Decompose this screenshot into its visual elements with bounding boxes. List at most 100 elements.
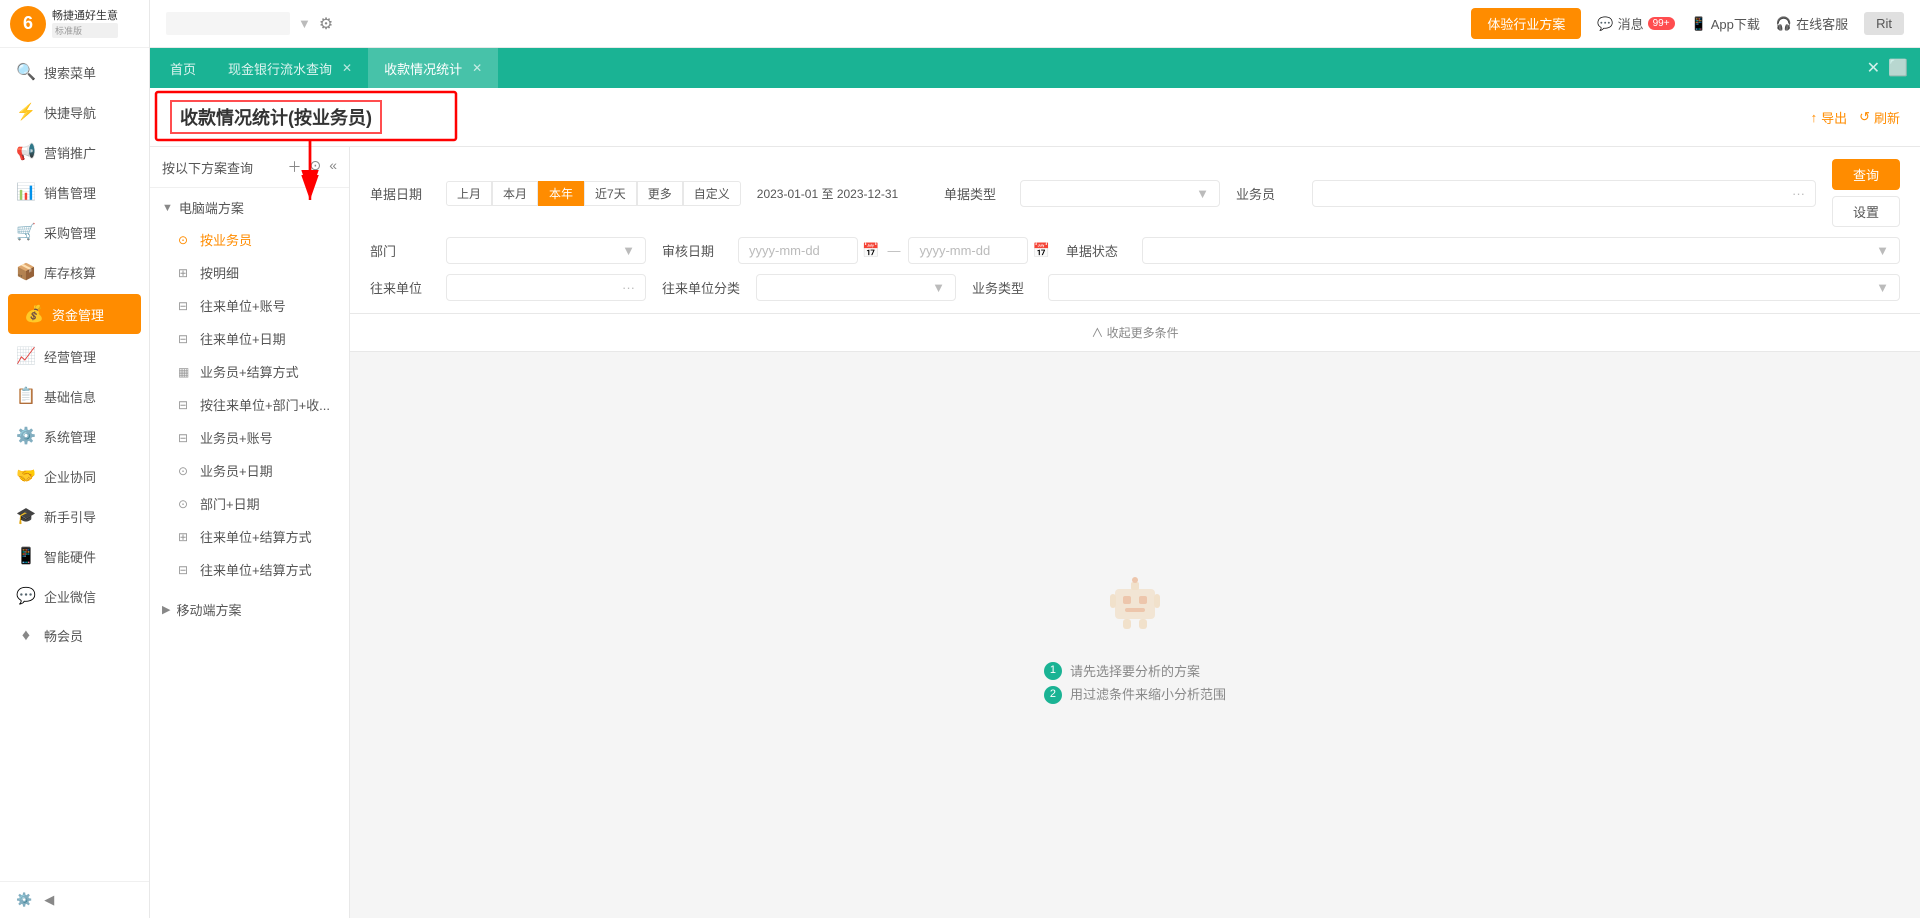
sidebar-item-quicknav[interactable]: ⚡ 快捷导航 [0,92,149,132]
partner-category-label: 往来单位分类 [662,278,740,297]
sidebar-item-marketing[interactable]: 📢 营销推广 [0,132,149,172]
message-label: 消息 [1618,14,1644,33]
partner-label: 往来单位 [370,278,430,297]
salesman-scheme-icon: ⊙ [178,233,194,247]
review-date-end[interactable]: yyyy-mm-dd [908,237,1028,264]
add-scheme-icon[interactable]: ＋ [287,157,301,177]
filter-row-1: 单据日期 上月 本月 本年 近7天 更多 自定义 2023- [370,159,1900,227]
sidebar-item-inventory[interactable]: 📦 库存核算 [0,252,149,292]
partner-more-icon[interactable]: ··· [622,280,635,295]
sidebar-item-collab[interactable]: 🤝 企业协同 [0,456,149,496]
status-select[interactable]: ▼ [1142,237,1900,264]
export-icon: ↑ [1811,110,1818,125]
user-name-label: Rit [1864,12,1904,35]
date-range-text: 2023-01-01 至 2023-12-31 [757,185,898,202]
basicinfo-icon: 📋 [16,386,36,406]
sidebar-item-search[interactable]: 🔍 搜索菜单 [0,52,149,92]
dept-select[interactable]: ▼ [446,237,646,264]
quicknav-icon: ⚡ [16,102,36,122]
scheme-label: 按往来单位+部门+收... [200,395,330,414]
scheme-by-salesman[interactable]: ⊙ 按业务员 [150,223,349,256]
scheme-partner-date[interactable]: ⊟ 往来单位+日期 [150,322,349,355]
scheme-salesman-payment[interactable]: ▦ 业务员+结算方式 [150,355,349,388]
dept-label: 部门 [370,241,430,260]
sidebar-item-finance[interactable]: 💰 资金管理 [8,294,141,334]
sidebar-item-label: 采购管理 [44,223,96,242]
scheme-partner-settlement1[interactable]: ⊞ 往来单位+结算方式 [150,520,349,553]
tree-collapsed-arrow: ▶ [162,603,170,616]
date-tab-thismonth[interactable]: 本月 [492,181,538,206]
sidebar-item-weixin[interactable]: 💬 企业微信 [0,576,149,616]
settings-button[interactable]: 设置 [1832,196,1900,227]
settings-icon[interactable]: ⚙ [319,14,333,34]
tab-close-window-icon[interactable]: ✕ [1867,58,1880,78]
refresh-button[interactable]: ↺ 刷新 [1859,108,1900,127]
app-logo: 6 畅捷通好生意 标准版 [0,0,149,48]
review-date-label: 审核日期 [662,241,722,260]
tab-cashflow[interactable]: 现金银行流水查询 ✕ [212,48,368,88]
desktop-scheme-header[interactable]: ▼ 电脑端方案 [150,192,349,223]
scheme-partner-dept-collect[interactable]: ⊟ 按往来单位+部门+收... [150,388,349,421]
date-tab-custom[interactable]: 自定义 [683,181,741,206]
sidebar-item-label: 新手引导 [44,507,96,526]
user-avatar[interactable]: Rit [1864,12,1904,35]
breadcrumb [166,12,290,35]
scheme-partner-settlement2[interactable]: ⊟ 往来单位+结算方式 [150,553,349,586]
panel-header: 按以下方案查询 ＋ ⊙ « [150,147,349,188]
salesman-more-icon[interactable]: ··· [1792,186,1805,201]
content-area: 按以下方案查询 ＋ ⊙ « ▼ 电脑端方案 ⊙ 按业务员 [150,147,1920,918]
sidebar-item-hardware[interactable]: 📱 智能硬件 [0,536,149,576]
salesman-select[interactable]: ··· [1312,180,1816,207]
date-tab-7days[interactable]: 近7天 [584,181,637,206]
sidebar-item-purchase[interactable]: 🛒 采购管理 [0,212,149,252]
scheme-dept-date[interactable]: ⊙ 部门+日期 [150,487,349,520]
scheme-settings-icon[interactable]: ⊙ [309,157,321,177]
date-tab-thisyear[interactable]: 本年 [538,181,584,206]
tree-expand-arrow: ▼ [162,202,173,214]
scheme-salesman-date[interactable]: ⊙ 业务员+日期 [150,454,349,487]
sidebar-item-system[interactable]: ⚙️ 系统管理 [0,416,149,456]
partner-category-select[interactable]: ▼ [756,274,956,301]
sidebar-item-sales[interactable]: 📊 销售管理 [0,172,149,212]
review-date-start[interactable]: yyyy-mm-dd [738,237,858,264]
type-select[interactable]: ▼ [1020,180,1220,207]
tab-collection-close[interactable]: ✕ [472,61,482,75]
sidebar-item-label: 基础信息 [44,387,96,406]
biz-type-select[interactable]: ▼ [1048,274,1900,301]
sidebar-item-member[interactable]: ♦ 畅会员 [0,616,149,655]
partner-select[interactable]: ··· [446,274,646,301]
message-button[interactable]: 💬 消息 99+ [1597,14,1674,33]
search-icon: 🔍 [16,62,36,82]
date-tab-lastmonth[interactable]: 上月 [446,181,492,206]
collapse-panel-icon[interactable]: « [329,157,337,177]
sidebar-item-operations[interactable]: 📈 经营管理 [0,336,149,376]
sidebar-item-guide[interactable]: 🎓 新手引导 [0,496,149,536]
partner-settlement2-icon: ⊟ [178,563,194,577]
collapse-text: ∧ 收起更多条件 [1091,326,1178,340]
sidebar-item-label: 畅会员 [44,626,83,645]
tab-maximize-icon[interactable]: ⬜ [1888,58,1908,78]
mobile-scheme-header[interactable]: ▶ 移动端方案 [150,594,349,625]
query-button[interactable]: 查询 [1832,159,1900,190]
date-tab-more[interactable]: 更多 [637,181,683,206]
settings-footer-icon[interactable]: ⚙️ [16,892,32,908]
tab-home[interactable]: 首页 [150,48,212,88]
collapse-sidebar-icon[interactable]: ◀ [44,892,54,908]
mobile-scheme-label: 移动端方案 [176,600,241,619]
desktop-scheme-section: ▼ 电脑端方案 ⊙ 按业务员 ⊞ 按明细 ⊟ 往来单位+账号 [150,188,349,590]
collapse-bar[interactable]: ∧ 收起更多条件 [350,314,1920,352]
filter-actions: 查询 设置 [1832,159,1900,227]
tab-cashflow-close[interactable]: ✕ [342,61,352,75]
left-panel: 按以下方案查询 ＋ ⊙ « ▼ 电脑端方案 ⊙ 按业务员 [150,147,350,918]
sidebar-item-basicinfo[interactable]: 📋 基础信息 [0,376,149,416]
trial-button[interactable]: 体验行业方案 [1471,8,1581,39]
tab-collection[interactable]: 收款情况统计 ✕ [368,48,498,88]
filter-row-3: 往来单位 ··· 往来单位分类 ▼ 业务类型 ▼ [370,274,1900,301]
scheme-partner-account[interactable]: ⊟ 往来单位+账号 [150,289,349,322]
scheme-by-detail[interactable]: ⊞ 按明细 [150,256,349,289]
scheme-salesman-account[interactable]: ⊟ 业务员+账号 [150,421,349,454]
type-label: 单据类型 [944,184,1004,203]
online-service-button[interactable]: 🎧 在线客服 [1776,14,1848,33]
export-button[interactable]: ↑ 导出 [1811,108,1848,127]
app-download-button[interactable]: 📱 App下载 [1691,14,1760,33]
